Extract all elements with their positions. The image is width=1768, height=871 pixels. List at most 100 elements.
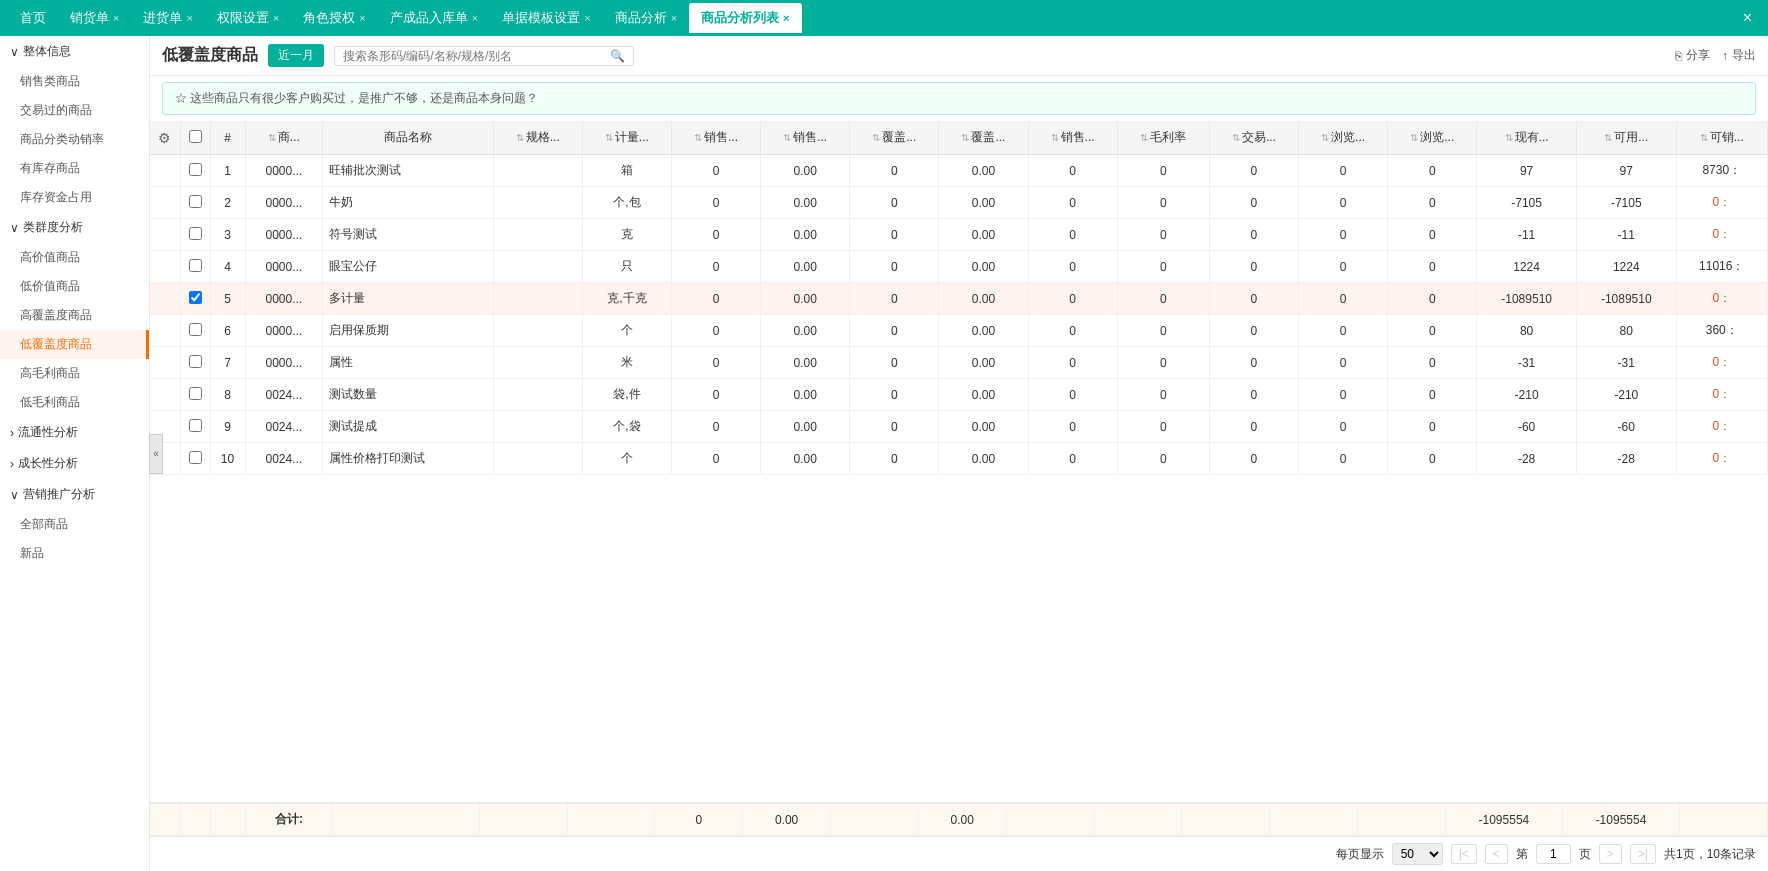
nav-sales[interactable]: 销货单 × bbox=[58, 3, 131, 33]
per-page-select[interactable]: 50 20 100 bbox=[1392, 843, 1443, 865]
row-cover1: 0 bbox=[850, 283, 939, 315]
period-button[interactable]: 近一月 bbox=[268, 44, 324, 67]
nav-product-analysis-list[interactable]: 商品分析列表 × bbox=[689, 3, 801, 33]
th-browse2[interactable]: 浏览... bbox=[1388, 121, 1477, 155]
nav-purchase[interactable]: 进货单 × bbox=[131, 3, 204, 33]
sidebar-item-high-coverage[interactable]: 高覆盖度商品 bbox=[0, 301, 149, 330]
row-browse1[interactable]: 0 bbox=[1299, 187, 1388, 219]
row-checkbox[interactable] bbox=[180, 283, 210, 315]
search-box[interactable]: 🔍 bbox=[334, 46, 634, 66]
th-gross-rate[interactable]: 毛利率 bbox=[1117, 121, 1209, 155]
th-trade[interactable]: 交易... bbox=[1209, 121, 1298, 155]
row-num: 8 bbox=[210, 379, 245, 411]
row-num: 2 bbox=[210, 187, 245, 219]
row-browse1[interactable]: 0 bbox=[1299, 347, 1388, 379]
sidebar-item-stock-goods[interactable]: 有库存商品 bbox=[0, 154, 149, 183]
export-button[interactable]: ↑ 导出 bbox=[1722, 47, 1756, 64]
sidebar-item-sales-goods[interactable]: 销售类商品 bbox=[0, 67, 149, 96]
row-browse1[interactable]: 0 bbox=[1299, 155, 1388, 187]
next-page-button[interactable]: > bbox=[1599, 844, 1622, 864]
prev-page-button[interactable]: < bbox=[1485, 844, 1508, 864]
close-all-tabs-button[interactable]: × bbox=[1735, 5, 1760, 31]
row-checkbox[interactable] bbox=[180, 347, 210, 379]
sidebar-group-overall[interactable]: ∨ 整体信息 bbox=[0, 36, 149, 67]
th-current[interactable]: 现有... bbox=[1477, 121, 1577, 155]
th-sellable[interactable]: 可销... bbox=[1676, 121, 1767, 155]
row-checkbox[interactable] bbox=[180, 187, 210, 219]
select-all-checkbox-header[interactable] bbox=[180, 121, 210, 155]
sidebar-item-low-value[interactable]: 低价值商品 bbox=[0, 272, 149, 301]
th-unit[interactable]: 计量... bbox=[582, 121, 671, 155]
th-sales2[interactable]: 销售... bbox=[761, 121, 850, 155]
row-browse1[interactable]: 0 bbox=[1299, 379, 1388, 411]
browse-link[interactable]: 0 bbox=[1340, 324, 1347, 338]
row-trade: 0 bbox=[1209, 251, 1298, 283]
sidebar-item-all-goods[interactable]: 全部商品 bbox=[0, 510, 149, 539]
sidebar-item-category-rate[interactable]: 商品分类动销率 bbox=[0, 125, 149, 154]
nav-product-analysis[interactable]: 商品分析 × bbox=[603, 3, 689, 33]
row-checkbox[interactable] bbox=[180, 411, 210, 443]
table-row: 6 0000... 启用保质期 个 0 0.00 0 0.00 0 0 0 0 … bbox=[150, 315, 1768, 347]
th-cover2[interactable]: 覆盖... bbox=[939, 121, 1028, 155]
th-available[interactable]: 可用... bbox=[1576, 121, 1676, 155]
row-sales1: 0 bbox=[671, 283, 760, 315]
row-checkbox[interactable] bbox=[180, 315, 210, 347]
sidebar-item-high-value[interactable]: 高价值商品 bbox=[0, 243, 149, 272]
row-checkbox[interactable] bbox=[180, 155, 210, 187]
row-checkbox[interactable] bbox=[180, 379, 210, 411]
sidebar-collapse-button[interactable]: « bbox=[149, 434, 163, 474]
sidebar-item-high-margin[interactable]: 高毛利商品 bbox=[0, 359, 149, 388]
nav-permissions[interactable]: 权限设置 × bbox=[205, 3, 291, 33]
last-page-button[interactable]: >| bbox=[1630, 844, 1656, 864]
column-settings-icon[interactable]: ⚙ bbox=[150, 121, 180, 155]
browse-link[interactable]: 0 bbox=[1340, 260, 1347, 274]
row-browse1[interactable]: 0 bbox=[1299, 219, 1388, 251]
sidebar-group-marketing[interactable]: ∨ 营销推广分析 bbox=[0, 479, 149, 510]
row-browse1[interactable]: 0 bbox=[1299, 443, 1388, 475]
browse-link[interactable]: 0 bbox=[1340, 228, 1347, 242]
share-button[interactable]: ⎘ 分享 bbox=[1675, 47, 1710, 64]
browse-link[interactable]: 0 bbox=[1340, 292, 1347, 306]
sidebar-item-new-goods[interactable]: 新品 bbox=[0, 539, 149, 568]
nav-product-warehouse[interactable]: 产成品入库单 × bbox=[378, 3, 490, 33]
first-page-button[interactable]: |< bbox=[1451, 844, 1477, 864]
browse-link[interactable]: 0 bbox=[1340, 164, 1347, 178]
search-icon[interactable]: 🔍 bbox=[610, 49, 625, 63]
info-banner-text: ☆ 这些商品只有很少客户购买过，是推广不够，还是商品本身问题？ bbox=[175, 90, 538, 107]
th-cover1[interactable]: 覆盖... bbox=[850, 121, 939, 155]
browse-link[interactable]: 0 bbox=[1340, 196, 1347, 210]
chevron-right-icon: › bbox=[10, 426, 14, 440]
sidebar-item-traded-goods[interactable]: 交易过的商品 bbox=[0, 96, 149, 125]
search-input[interactable] bbox=[343, 49, 606, 63]
row-trade: 0 bbox=[1209, 443, 1298, 475]
nav-template-settings[interactable]: 单据模板设置 × bbox=[490, 3, 602, 33]
sidebar-group-flow[interactable]: › 流通性分析 bbox=[0, 417, 149, 448]
row-checkbox[interactable] bbox=[180, 251, 210, 283]
table-container[interactable]: ⚙ # 商... 商品名称 规格... 计量... 销售... 销售... 覆盖… bbox=[150, 121, 1768, 802]
row-browse1[interactable]: 0 bbox=[1299, 411, 1388, 443]
th-sales1[interactable]: 销售... bbox=[671, 121, 760, 155]
th-code[interactable]: 商... bbox=[245, 121, 323, 155]
th-sold[interactable]: 销售... bbox=[1028, 121, 1117, 155]
row-available: -60 bbox=[1576, 411, 1676, 443]
th-spec[interactable]: 规格... bbox=[493, 121, 582, 155]
browse-link[interactable]: 0 bbox=[1340, 356, 1347, 370]
current-page-input[interactable] bbox=[1536, 844, 1571, 864]
row-checkbox[interactable] bbox=[180, 443, 210, 475]
row-browse1[interactable]: 0 bbox=[1299, 251, 1388, 283]
row-unit: 克,千克 bbox=[582, 283, 671, 315]
sidebar-group-cluster[interactable]: ∨ 类群度分析 bbox=[0, 212, 149, 243]
row-sales2: 0.00 bbox=[761, 155, 850, 187]
th-browse1[interactable]: 浏览... bbox=[1299, 121, 1388, 155]
row-current: -31 bbox=[1477, 347, 1577, 379]
nav-role-auth[interactable]: 角色授权 × bbox=[291, 3, 377, 33]
nav-home[interactable]: 首页 bbox=[8, 3, 58, 33]
sidebar-item-low-coverage[interactable]: 低覆盖度商品 bbox=[0, 330, 149, 359]
row-checkbox[interactable] bbox=[180, 219, 210, 251]
row-code: 0000... bbox=[245, 251, 323, 283]
sidebar-item-low-margin[interactable]: 低毛利商品 bbox=[0, 388, 149, 417]
sidebar-item-stock-capital[interactable]: 库存资金占用 bbox=[0, 183, 149, 212]
sidebar-group-growth[interactable]: › 成长性分析 bbox=[0, 448, 149, 479]
row-browse1[interactable]: 0 bbox=[1299, 315, 1388, 347]
row-browse1[interactable]: 0 bbox=[1299, 283, 1388, 315]
